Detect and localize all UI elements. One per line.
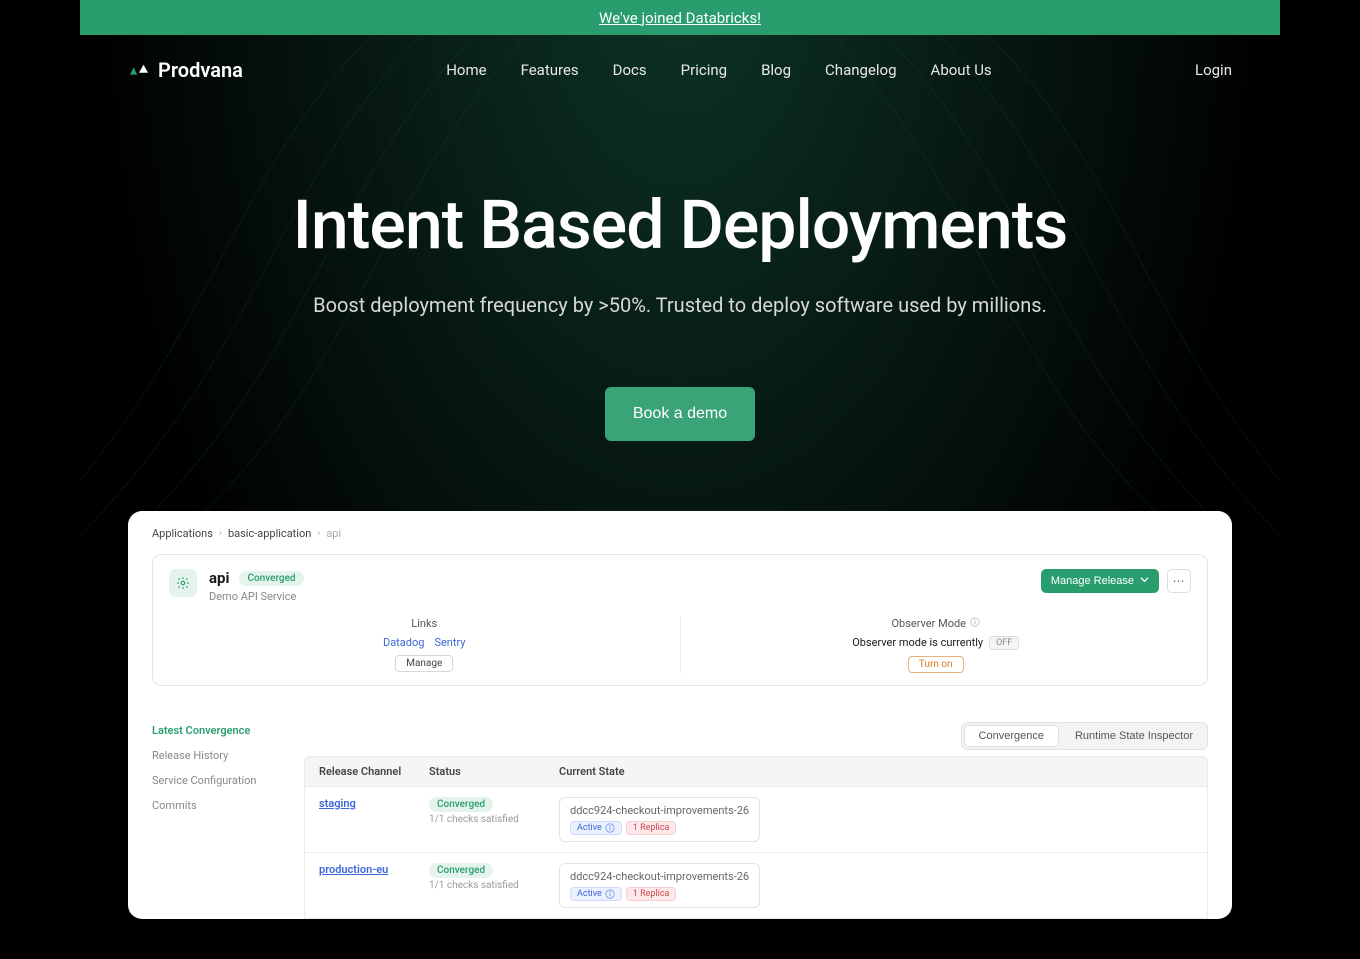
nav-item-features[interactable]: Features: [521, 61, 579, 79]
hero-subtitle: Boost deployment frequency by >50%. Trus…: [120, 293, 1240, 317]
toggle-runtime-inspector[interactable]: Runtime State Inspector: [1061, 723, 1207, 749]
book-demo-button[interactable]: Book a demo: [605, 387, 755, 441]
table-row: production-eu Converged 1/1 checks satis…: [304, 853, 1208, 919]
manage-release-label: Manage Release: [1051, 575, 1134, 587]
announcement-bar: We've joined Databricks!: [80, 0, 1280, 35]
replica-chip: 1 Replica: [626, 821, 677, 835]
links-column: Links Datadog Sentry Manage: [169, 617, 680, 673]
nav-item-docs[interactable]: Docs: [613, 61, 647, 79]
top-nav: Prodvana Home Features Docs Pricing Blog…: [80, 35, 1280, 105]
nav-item-blog[interactable]: Blog: [761, 61, 791, 79]
commit-label: ddcc924-checkout-improvements-26: [570, 804, 749, 817]
state-box: ddcc924-checkout-improvements-26 Active …: [559, 863, 760, 908]
chevron-down-icon: [1140, 575, 1149, 587]
table-header: Release Channel Status Current State: [304, 756, 1208, 787]
active-chip: Active: [570, 821, 622, 835]
status-badge: Converged: [429, 863, 493, 878]
side-tabs: Latest Convergence Release History Servi…: [152, 722, 284, 919]
info-icon[interactable]: [970, 617, 980, 630]
announcement-link[interactable]: We've joined Databricks!: [599, 9, 761, 27]
dashboard-preview: Applications › basic-application › api a…: [128, 511, 1232, 919]
tab-commits[interactable]: Commits: [152, 799, 284, 812]
observer-title: Observer Mode: [891, 617, 966, 630]
channel-link-production-eu[interactable]: production-eu: [319, 863, 388, 876]
info-icon: [605, 889, 615, 899]
links-title: Links: [411, 617, 437, 630]
manage-release-button[interactable]: Manage Release: [1041, 569, 1159, 593]
release-table: Release Channel Status Current State sta…: [304, 756, 1208, 919]
checks-text: 1/1 checks satisfied: [429, 880, 559, 891]
observer-column: Observer Mode Observer mode is currently…: [680, 617, 1192, 673]
service-name: api: [209, 569, 229, 587]
brand-name: Prodvana: [158, 58, 243, 82]
state-box: ddcc924-checkout-improvements-26 Active …: [559, 797, 760, 842]
th-state: Current State: [559, 765, 1193, 778]
login-link[interactable]: Login: [1195, 61, 1232, 79]
observer-turn-on-button[interactable]: Turn on: [908, 656, 964, 673]
brand-mark-icon: [128, 61, 150, 79]
hero-content: Intent Based Deployments Boost deploymen…: [80, 105, 1280, 481]
nav-item-about[interactable]: About Us: [931, 61, 992, 79]
breadcrumb: Applications › basic-application › api: [152, 527, 1208, 540]
commit-label: ddcc924-checkout-improvements-26: [570, 870, 749, 883]
link-datadog[interactable]: Datadog: [383, 636, 424, 649]
brand-logo[interactable]: Prodvana: [128, 58, 243, 82]
checks-text: 1/1 checks satisfied: [429, 814, 559, 825]
status-badge: Converged: [429, 797, 493, 812]
manage-links-button[interactable]: Manage: [395, 655, 453, 672]
ellipsis-icon: ⋯: [1173, 574, 1186, 588]
breadcrumb-current: api: [326, 527, 341, 540]
chevron-right-icon: ›: [317, 528, 320, 539]
active-chip: Active: [570, 887, 622, 901]
observer-text: Observer mode is currently: [852, 636, 983, 650]
hero-title: Intent Based Deployments: [120, 185, 1240, 265]
th-status: Status: [429, 765, 559, 778]
hero-section: Prodvana Home Features Docs Pricing Blog…: [80, 35, 1280, 959]
observer-state: OFF: [989, 636, 1019, 650]
service-description: Demo API Service: [209, 590, 1029, 603]
th-channel: Release Channel: [319, 765, 429, 778]
info-icon: [605, 823, 615, 833]
status-badge: Converged: [239, 571, 303, 586]
link-sentry[interactable]: Sentry: [434, 636, 465, 649]
service-card: api Converged Demo API Service Manage Re…: [152, 554, 1208, 686]
channel-link-staging[interactable]: staging: [319, 797, 356, 810]
replica-chip: 1 Replica: [626, 887, 677, 901]
nav-links: Home Features Docs Pricing Blog Changelo…: [243, 61, 1195, 79]
more-menu-button[interactable]: ⋯: [1167, 569, 1191, 593]
nav-item-home[interactable]: Home: [446, 61, 486, 79]
table-row: staging Converged 1/1 checks satisfied d…: [304, 787, 1208, 853]
tab-latest-convergence[interactable]: Latest Convergence: [152, 724, 284, 737]
nav-item-changelog[interactable]: Changelog: [825, 61, 896, 79]
chevron-right-icon: ›: [219, 528, 222, 539]
service-gear-icon: [169, 569, 197, 597]
breadcrumb-applications[interactable]: Applications: [152, 527, 213, 540]
breadcrumb-app[interactable]: basic-application: [228, 527, 311, 540]
tab-release-history[interactable]: Release History: [152, 749, 284, 762]
toggle-convergence[interactable]: Convergence: [964, 725, 1059, 747]
view-toggle: Convergence Runtime State Inspector: [304, 722, 1208, 750]
nav-item-pricing[interactable]: Pricing: [681, 61, 727, 79]
tab-service-config[interactable]: Service Configuration: [152, 774, 284, 787]
